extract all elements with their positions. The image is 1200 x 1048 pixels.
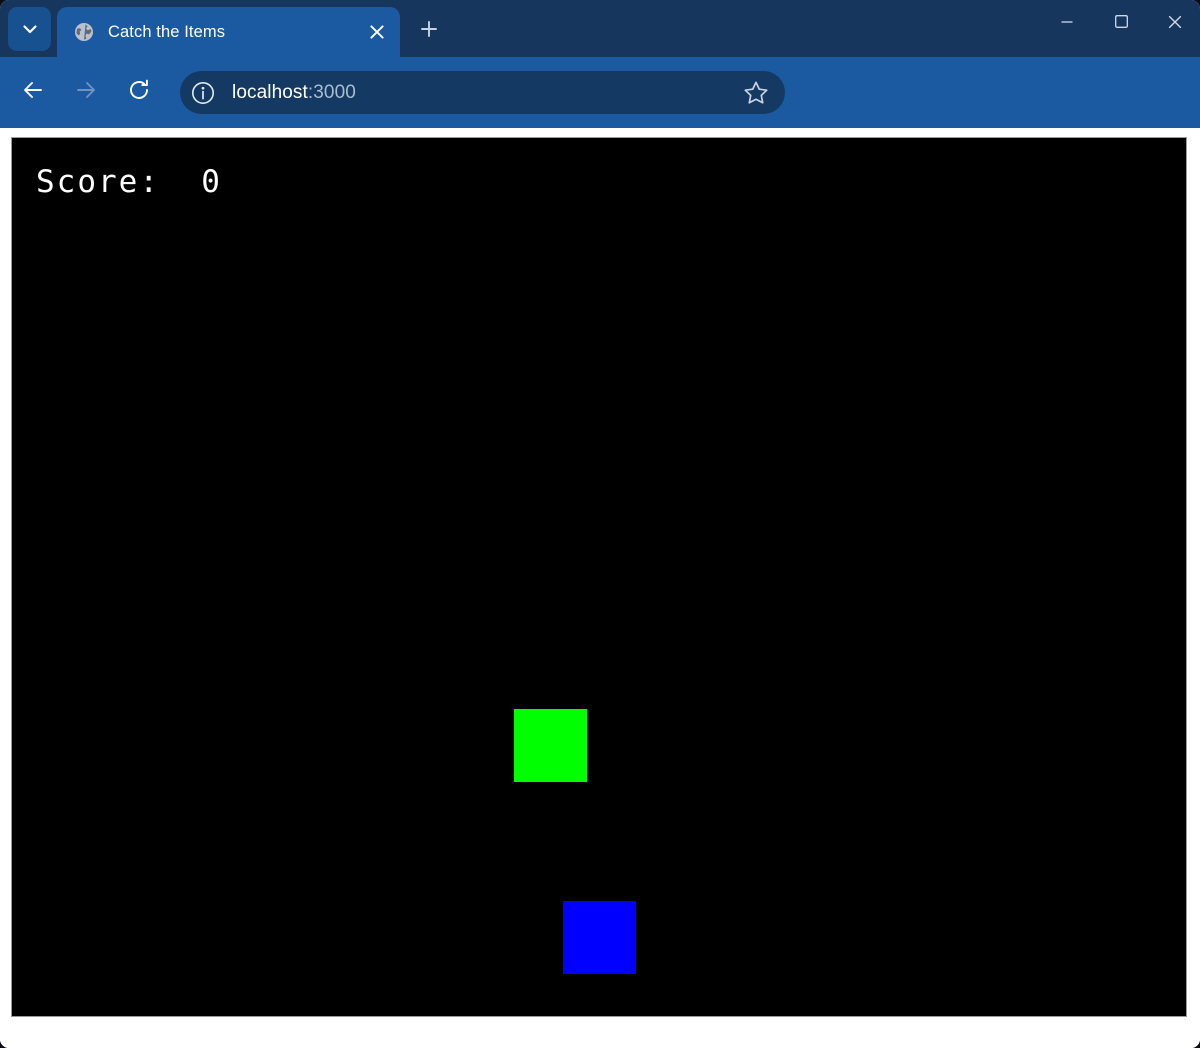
browser-tab-catch-the-items[interactable]: Catch the Items [57, 7, 400, 57]
close-icon [1167, 14, 1183, 35]
chevron-down-icon [19, 18, 41, 40]
arrow-left-icon [21, 78, 45, 107]
minimize-icon [1060, 15, 1074, 34]
browser-toolbar: localhost:3000 [0, 57, 1200, 169]
url-text[interactable]: localhost:3000 [232, 82, 739, 104]
tab-strip: Catch the Items [57, 7, 400, 57]
game-sprite-item-green [514, 709, 587, 782]
back-button[interactable] [12, 71, 54, 113]
arrow-right-icon [74, 78, 98, 107]
site-info-icon[interactable] [188, 78, 218, 108]
address-bar[interactable]: localhost:3000 [180, 71, 785, 114]
game-canvas[interactable]: Score: 0 [11, 137, 1187, 1017]
title-bar: Catch the Items [0, 0, 1200, 57]
globe-icon [73, 22, 94, 43]
reload-button[interactable] [118, 71, 160, 113]
maximize-icon [1114, 14, 1129, 34]
tab-search-button[interactable] [8, 7, 51, 51]
plus-icon [419, 19, 439, 44]
window-close-button[interactable] [1152, 0, 1198, 48]
window-maximize-button[interactable] [1098, 0, 1144, 48]
browser-window: Catch the Items localhost:3000 Score: 0 [0, 0, 1200, 1048]
window-minimize-button[interactable] [1044, 0, 1090, 48]
url-path: :3000 [307, 81, 356, 103]
bookmark-star-icon[interactable] [739, 76, 773, 110]
score-display: Score: 0 [36, 164, 222, 200]
page-viewport: Score: 0 [0, 128, 1200, 1048]
tab-close-button[interactable] [362, 17, 392, 47]
tab-title: Catch the Items [108, 23, 226, 41]
forward-button[interactable] [65, 71, 107, 113]
url-host: localhost [232, 81, 308, 103]
reload-icon [127, 78, 151, 107]
new-tab-button[interactable] [412, 14, 446, 48]
game-sprite-player-blue[interactable] [563, 901, 636, 974]
